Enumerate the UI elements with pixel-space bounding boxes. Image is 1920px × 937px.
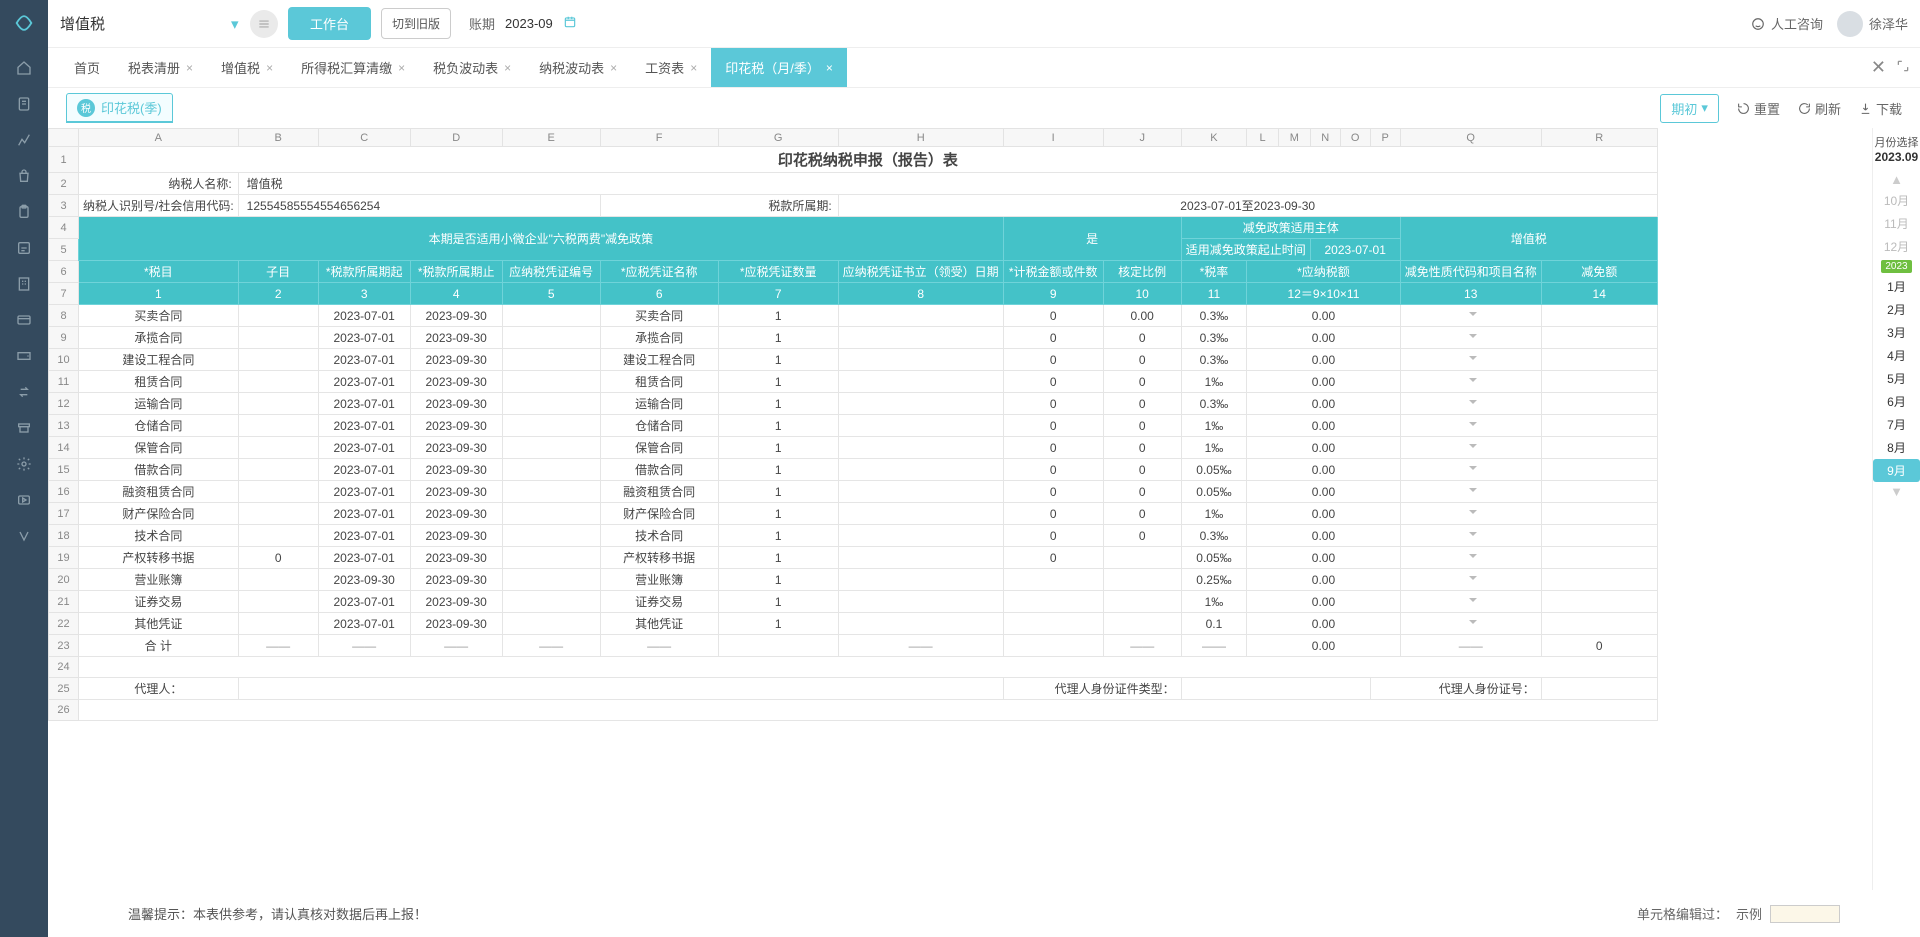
app-logo (9, 8, 39, 38)
tab-label: 税表清册 (128, 58, 180, 77)
sample-swatch (1770, 905, 1840, 923)
refresh-button[interactable]: 刷新 (1798, 99, 1841, 118)
month-option[interactable]: 11月 (1873, 212, 1920, 235)
tab-1[interactable]: 税表清册 × (114, 48, 207, 87)
month-option[interactable]: 2月 (1873, 298, 1920, 321)
period-label: 账期 (469, 14, 495, 33)
month-option[interactable]: 1月 (1873, 275, 1920, 298)
tab-label: 工资表 (645, 58, 684, 77)
nav-building-icon[interactable] (0, 266, 48, 302)
month-option[interactable]: 9月 (1873, 459, 1920, 482)
close-all-icon[interactable]: ✕ (1871, 57, 1886, 78)
month-panel-title: 月份选择 (1875, 134, 1919, 150)
download-button[interactable]: 下载 (1859, 99, 1902, 118)
month-option[interactable]: 5月 (1873, 367, 1920, 390)
close-icon[interactable]: × (690, 61, 697, 75)
expand-icon[interactable] (1896, 59, 1910, 76)
close-icon[interactable]: × (610, 61, 617, 75)
tab-bar: 首页税表清册×增值税×所得税汇算清缴×税负波动表×纳税波动表×工资表×印花税（月… (48, 48, 1920, 88)
sub-tab-row: 税 印花税(季) 期初 ▾ 重置 刷新 下载 (48, 88, 1920, 128)
tab-3[interactable]: 所得税汇算清缴 × (287, 48, 419, 87)
menu-icon[interactable] (250, 10, 278, 38)
nav-settings-icon[interactable] (0, 446, 48, 482)
reset-button[interactable]: 重置 (1737, 99, 1780, 118)
tab-label: 纳税波动表 (539, 58, 604, 77)
left-nav (0, 0, 48, 937)
sample-label: 示例 (1736, 904, 1762, 923)
close-icon[interactable]: × (504, 61, 511, 75)
tab-6[interactable]: 工资表 × (631, 48, 711, 87)
consult-label: 人工咨询 (1771, 14, 1823, 33)
user-menu[interactable]: 徐泽华 (1837, 11, 1908, 37)
tab-2[interactable]: 增值税 × (207, 48, 287, 87)
footer-hint: 温馨提示：本表供参考，请认真核对数据后再上报！ (128, 904, 427, 923)
sub-tab-icon: 税 (77, 99, 95, 117)
switch-old-button[interactable]: 切到旧版 (381, 8, 451, 39)
tab-0[interactable]: 首页 (60, 48, 114, 87)
nav-report-icon[interactable] (0, 230, 48, 266)
company-name: 增值税 (60, 13, 105, 34)
nav-card-icon[interactable] (0, 302, 48, 338)
topbar: 增值税 ▾ 工作台 切到旧版 账期 2023-09 人工咨询 徐泽华 (48, 0, 1920, 48)
month-panel-current: 2023.09 (1875, 150, 1918, 164)
tab-4[interactable]: 税负波动表 × (419, 48, 525, 87)
workspace-button[interactable]: 工作台 (288, 7, 371, 40)
nav-video-icon[interactable] (0, 482, 48, 518)
tab-label: 印花税（月/季） (725, 58, 820, 77)
company-selector[interactable]: 增值税 ▾ (60, 13, 240, 34)
close-icon[interactable]: × (398, 61, 405, 75)
close-icon[interactable]: × (826, 61, 833, 75)
year-badge: 2023 (1881, 260, 1911, 273)
month-option[interactable]: 3月 (1873, 321, 1920, 344)
consult-link[interactable]: 人工咨询 (1751, 14, 1823, 33)
up-arrow-icon[interactable]: ▲ (1890, 172, 1903, 187)
avatar (1837, 11, 1863, 37)
nav-bag-icon[interactable] (0, 158, 48, 194)
month-option[interactable]: 6月 (1873, 390, 1920, 413)
month-option[interactable]: 12月 (1873, 235, 1920, 258)
nav-clipboard-icon[interactable] (0, 194, 48, 230)
down-arrow-icon[interactable]: ▼ (1890, 484, 1903, 499)
month-option[interactable]: 8月 (1873, 436, 1920, 459)
footer: 温馨提示：本表供参考，请认真核对数据后再上报！ 单元格编辑过： 示例 (48, 890, 1920, 937)
username: 徐泽华 (1869, 14, 1908, 33)
nav-doc-icon[interactable] (0, 86, 48, 122)
month-panel: 月份选择 2023.09 ▲ 10月11月12月 2023 1月2月3月4月5月… (1872, 128, 1920, 890)
tab-label: 增值税 (221, 58, 260, 77)
tab-7[interactable]: 印花税（月/季） × (711, 48, 847, 87)
month-option[interactable]: 10月 (1873, 189, 1920, 212)
nav-archive-icon[interactable] (0, 410, 48, 446)
close-icon[interactable]: × (266, 61, 273, 75)
tab-label: 税负波动表 (433, 58, 498, 77)
nav-wallet-icon[interactable] (0, 338, 48, 374)
nav-transfer-icon[interactable] (0, 374, 48, 410)
tab-label: 首页 (74, 58, 100, 77)
nav-chart-icon[interactable] (0, 122, 48, 158)
nav-v-icon[interactable] (0, 518, 48, 554)
period-value: 2023-09 (505, 16, 553, 31)
period-init-button[interactable]: 期初 ▾ (1660, 94, 1719, 123)
tab-5[interactable]: 纳税波动表 × (525, 48, 631, 87)
sub-tab[interactable]: 税 印花税(季) (66, 93, 173, 123)
chevron-down-icon: ▾ (1701, 100, 1708, 116)
month-option[interactable]: 4月 (1873, 344, 1920, 367)
calendar-icon[interactable] (563, 15, 577, 32)
month-option[interactable]: 7月 (1873, 413, 1920, 436)
chevron-down-icon: ▾ (231, 15, 239, 33)
edit-label: 单元格编辑过： (1637, 904, 1728, 923)
sub-tab-label: 印花税(季) (101, 98, 162, 117)
nav-home-icon[interactable] (0, 50, 48, 86)
spreadsheet[interactable]: ABCDEFGHIJKLMNOPQR1印花税纳税申报（报告）表2纳税人名称:增值… (48, 128, 1872, 890)
tab-label: 所得税汇算清缴 (301, 58, 392, 77)
close-icon[interactable]: × (186, 61, 193, 75)
